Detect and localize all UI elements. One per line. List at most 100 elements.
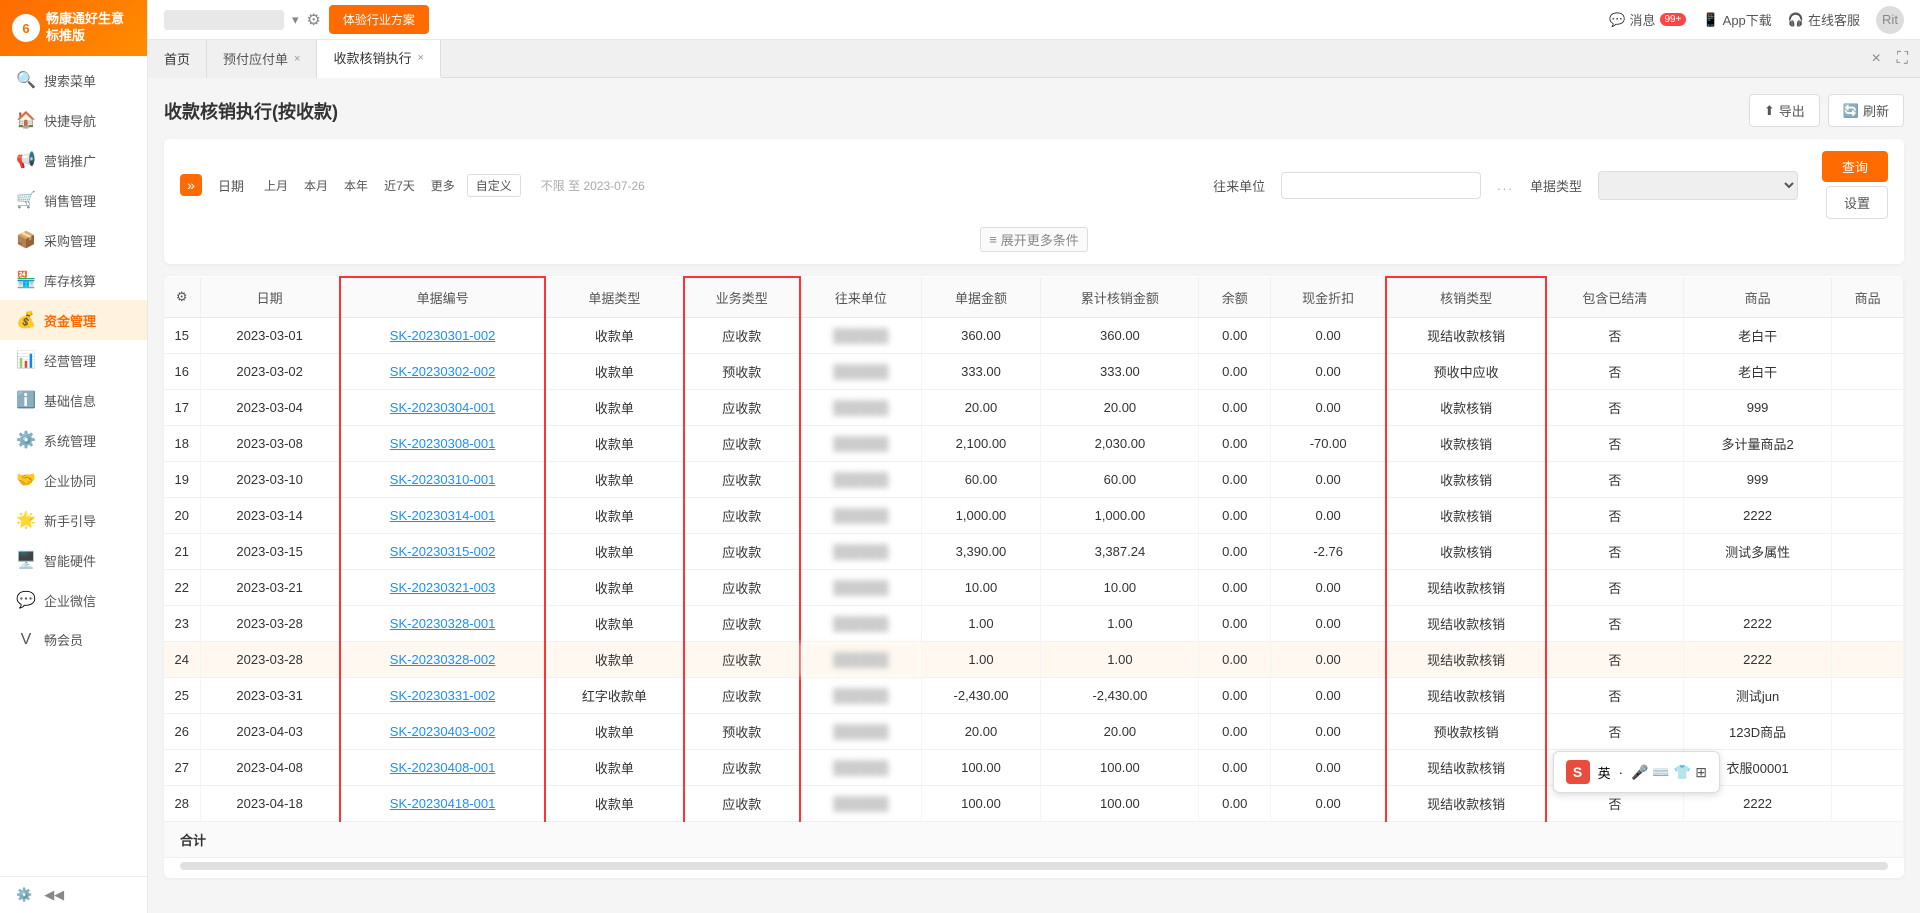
filter-date-links: 上月 本月 本年 近7天 更多 自定义 xyxy=(260,174,521,197)
filter-last-7-days[interactable]: 近7天 xyxy=(380,175,419,196)
sidebar-label-purchase: 采购管理 xyxy=(44,231,96,250)
filter-bill-type-select[interactable] xyxy=(1598,171,1798,200)
export-button[interactable]: ⬆ 导出 xyxy=(1749,94,1820,127)
col-product2: 商品 xyxy=(1832,277,1904,318)
bill-no-link[interactable]: SK-20230418-001 xyxy=(390,796,496,811)
sidebar-item-hardware[interactable]: 🖥️ 智能硬件 xyxy=(0,540,147,580)
expand-more-button[interactable]: ≡ 展开更多条件 xyxy=(980,227,1088,252)
tab-writeoff[interactable]: 收款核销执行 × xyxy=(317,40,440,78)
expand-icon: ≡ xyxy=(989,232,997,247)
tab-close-window[interactable]: × xyxy=(1867,46,1884,72)
filter-search-button[interactable]: 查询 xyxy=(1822,151,1888,182)
sidebar-item-guide[interactable]: 🌟 新手引导 xyxy=(0,500,147,540)
filter-partner-input[interactable] xyxy=(1281,172,1481,199)
refresh-button[interactable]: 🔄 刷新 xyxy=(1828,94,1904,127)
page-actions: ⬆ 导出 🔄 刷新 xyxy=(1749,94,1904,127)
sidebar-item-search[interactable]: 🔍 搜索菜单 xyxy=(0,60,147,100)
header-gear-icon[interactable]: ⚙ xyxy=(307,10,321,30)
sidebar-settings-icon[interactable]: ⚙️ xyxy=(16,887,32,903)
settings-icon[interactable]: ⚙ xyxy=(176,289,188,304)
table-row: 252023-03-31SK-20230331-002红字收款单应收款█████… xyxy=(164,678,1904,714)
sidebar-label-corp: 企业协同 xyxy=(44,471,96,490)
sidebar-item-corp[interactable]: 🤝 企业协同 xyxy=(0,460,147,500)
header-app-download[interactable]: 📱 App下载 xyxy=(1702,10,1771,29)
wechat-icon: 💬 xyxy=(16,590,36,610)
service-icon: 🎧 xyxy=(1788,12,1804,28)
table-footer: 合计 xyxy=(164,822,1904,858)
filter-last-month[interactable]: 上月 xyxy=(260,175,292,196)
table-row: 172023-03-04SK-20230304-001收款单应收款██████2… xyxy=(164,390,1904,426)
filter-toggle-button[interactable]: » xyxy=(180,174,202,196)
bill-no-link[interactable]: SK-20230408-001 xyxy=(390,760,496,775)
home-icon: 🏠 xyxy=(16,110,36,130)
sidebar-collapse-icon[interactable]: ◀◀ xyxy=(44,887,64,903)
sidebar-item-basic[interactable]: ℹ️ 基础信息 xyxy=(0,380,147,420)
tab-maximize-window[interactable]: ⛶ xyxy=(1893,46,1912,72)
header-avatar[interactable]: Rit xyxy=(1876,6,1904,34)
sidebar-label-hardware: 智能硬件 xyxy=(44,551,96,570)
sidebar-item-wechat[interactable]: 💬 企业微信 xyxy=(0,580,147,620)
operations-icon: 📊 xyxy=(16,350,36,370)
bill-no-link[interactable]: SK-20230315-002 xyxy=(390,544,496,559)
bill-no-link[interactable]: SK-20230331-002 xyxy=(390,688,496,703)
watermark-keyboard-icon[interactable]: ⌨️ xyxy=(1652,764,1669,781)
filter-settings-button[interactable]: 设置 xyxy=(1826,186,1888,219)
filter-partner-dots[interactable]: ... xyxy=(1497,178,1514,193)
bill-no-link[interactable]: SK-20230304-001 xyxy=(390,400,496,415)
bill-no-link[interactable]: SK-20230403-002 xyxy=(390,724,496,739)
sidebar-item-quicknav[interactable]: 🏠 快捷导航 xyxy=(0,100,147,140)
sidebar-label-finance: 资金管理 xyxy=(44,311,96,330)
table-row: 222023-03-21SK-20230321-003收款单应收款██████1… xyxy=(164,570,1904,606)
sidebar-item-operations[interactable]: 📊 经营管理 xyxy=(0,340,147,380)
header-breadcrumb: ▾ ⚙ 体验行业方案 xyxy=(164,5,1597,34)
tabs-actions: × ⛶ xyxy=(1867,46,1920,72)
tab-home[interactable]: 首页 xyxy=(148,40,207,78)
bill-no-link[interactable]: SK-20230308-001 xyxy=(390,436,496,451)
sidebar-item-vip[interactable]: V 畅会员 xyxy=(0,620,147,659)
sidebar-item-system[interactable]: ⚙️ 系统管理 xyxy=(0,420,147,460)
tabs-bar: 首页 预付应付单 × 收款核销执行 × × ⛶ xyxy=(148,40,1920,78)
sidebar-label-operations: 经营管理 xyxy=(44,351,96,370)
watermark-shirt-icon[interactable]: 👕 xyxy=(1674,764,1691,781)
sidebar-item-inventory[interactable]: 🏪 库存核算 xyxy=(0,260,147,300)
top-header: ▾ ⚙ 体验行业方案 💬 消息 99+ 📱 App下载 🎧 在线客服 Rit xyxy=(148,0,1920,40)
filter-custom-btn[interactable]: 自定义 xyxy=(467,174,521,197)
bill-no-link[interactable]: SK-20230321-003 xyxy=(390,580,496,595)
watermark-mic-icon[interactable]: 🎤 xyxy=(1631,764,1648,781)
header-dropdown-icon[interactable]: ▾ xyxy=(292,12,299,28)
expand-row: ≡ 展开更多条件 xyxy=(180,227,1888,252)
col-settings[interactable]: ⚙ xyxy=(164,277,200,318)
table-row: 192023-03-10SK-20230310-001收款单应收款██████6… xyxy=(164,462,1904,498)
sidebar-item-finance[interactable]: 💰 资金管理 xyxy=(0,300,147,340)
filter-more[interactable]: 更多 xyxy=(427,175,459,196)
logo-icon: 6 xyxy=(12,14,40,42)
filter-this-month[interactable]: 本月 xyxy=(300,175,332,196)
table-footer-row: 合计 xyxy=(164,822,1904,858)
bill-no-link[interactable]: SK-20230314-001 xyxy=(390,508,496,523)
bill-no-link[interactable]: SK-20230328-001 xyxy=(390,616,496,631)
sidebar-label-basic: 基础信息 xyxy=(44,391,96,410)
sidebar-item-sales[interactable]: 🛒 销售管理 xyxy=(0,180,147,220)
filter-area: » 日期 上月 本月 本年 近7天 更多 自定义 不限 至 2023-07-26… xyxy=(164,139,1904,264)
industry-solution-button[interactable]: 体验行业方案 xyxy=(329,5,429,34)
col-partner: 往来单位 xyxy=(800,277,921,318)
watermark-logo: S xyxy=(1566,760,1590,784)
tab-prepay-close[interactable]: × xyxy=(294,53,300,65)
sidebar-label-guide: 新手引导 xyxy=(44,511,96,530)
refresh-icon: 🔄 xyxy=(1843,103,1859,119)
header-customer-service[interactable]: 🎧 在线客服 xyxy=(1788,10,1860,29)
bill-no-link[interactable]: SK-20230310-001 xyxy=(390,472,496,487)
tab-writeoff-close[interactable]: × xyxy=(417,52,423,64)
sidebar-bottom: ⚙️ ◀◀ xyxy=(0,876,147,913)
bill-no-link[interactable]: SK-20230301-002 xyxy=(390,328,496,343)
table-scrollbar[interactable] xyxy=(180,862,1888,870)
header-message[interactable]: 💬 消息 99+ xyxy=(1609,10,1686,29)
sidebar-label-wechat: 企业微信 xyxy=(44,591,96,610)
bill-no-link[interactable]: SK-20230302-002 xyxy=(390,364,496,379)
sidebar-item-purchase[interactable]: 📦 采购管理 xyxy=(0,220,147,260)
sidebar-item-marketing[interactable]: 📢 营销推广 xyxy=(0,140,147,180)
bill-no-link[interactable]: SK-20230328-002 xyxy=(390,652,496,667)
filter-this-year[interactable]: 本年 xyxy=(340,175,372,196)
watermark-grid-icon[interactable]: ⊞ xyxy=(1695,764,1707,781)
tab-prepay[interactable]: 预付应付单 × xyxy=(207,40,317,78)
